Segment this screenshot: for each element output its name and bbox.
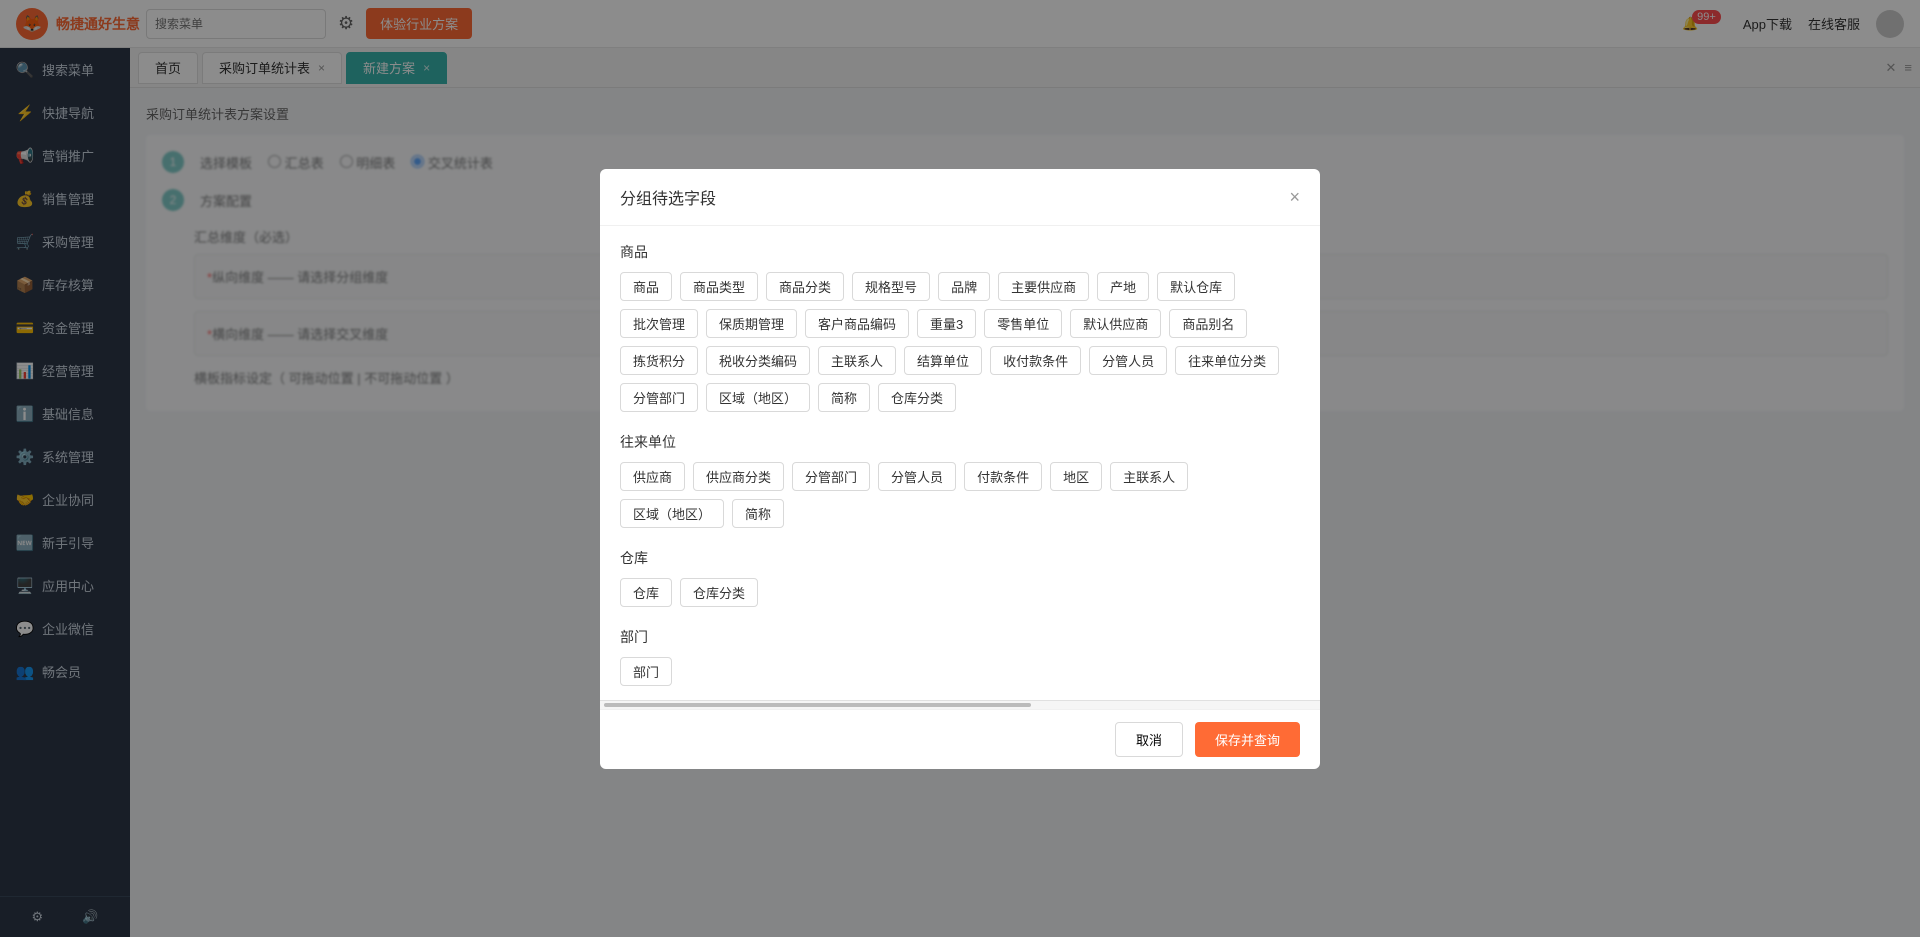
modal-title: 分组待选字段 xyxy=(620,185,716,209)
section-department: 部门 部门 xyxy=(620,627,1300,686)
field-tag-warehouse-cat[interactable]: 仓库分类 xyxy=(680,578,758,607)
section-warehouse-fields: 仓库 仓库分类 xyxy=(620,578,1300,607)
field-tag-short-name[interactable]: 简称 xyxy=(818,383,870,412)
section-department-fields: 部门 xyxy=(620,657,1300,686)
modal-body[interactable]: 商品 商品 商品类型 商品分类 规格型号 品牌 主要供应商 产地 默认仓库 批次… xyxy=(600,226,1320,700)
h-scroll-thumb xyxy=(604,703,1031,707)
section-counterparty: 往来单位 供应商 供应商分类 分管部门 分管人员 付款条件 地区 主联系人 区域… xyxy=(620,432,1300,528)
field-tag-retail-unit[interactable]: 零售单位 xyxy=(984,309,1062,338)
field-tag-pick-score[interactable]: 拣货积分 xyxy=(620,346,698,375)
field-tag-settlement-unit[interactable]: 结算单位 xyxy=(904,346,982,375)
field-tag-warehouse[interactable]: 仓库 xyxy=(620,578,672,607)
field-tag-default-supplier[interactable]: 默认供应商 xyxy=(1070,309,1161,338)
section-product: 商品 商品 商品类型 商品分类 规格型号 品牌 主要供应商 产地 默认仓库 批次… xyxy=(620,242,1300,412)
field-tag-counterparty-category[interactable]: 往来单位分类 xyxy=(1175,346,1279,375)
field-tag-short-name2[interactable]: 简称 xyxy=(732,499,784,528)
field-tag-payment-conditions[interactable]: 付款条件 xyxy=(964,462,1042,491)
field-tag-region[interactable]: 区域（地区） xyxy=(706,383,810,412)
field-tag-payment-terms[interactable]: 收付款条件 xyxy=(990,346,1081,375)
field-tag-primary-contact[interactable]: 主联系人 xyxy=(818,346,896,375)
field-tag-main-contact[interactable]: 主联系人 xyxy=(1110,462,1188,491)
section-product-fields: 商品 商品类型 商品分类 规格型号 品牌 主要供应商 产地 默认仓库 批次管理 … xyxy=(620,272,1300,412)
field-tag-batch-mgmt[interactable]: 批次管理 xyxy=(620,309,698,338)
field-tag-manager2[interactable]: 分管人员 xyxy=(878,462,956,491)
field-tag-area[interactable]: 地区 xyxy=(1050,462,1102,491)
field-tag-product-alias[interactable]: 商品别名 xyxy=(1169,309,1247,338)
field-tag-product[interactable]: 商品 xyxy=(620,272,672,301)
field-tag-spec-model[interactable]: 规格型号 xyxy=(852,272,930,301)
field-tag-origin[interactable]: 产地 xyxy=(1097,272,1149,301)
field-tag-default-warehouse[interactable]: 默认仓库 xyxy=(1157,272,1235,301)
section-warehouse-title: 仓库 xyxy=(620,548,1300,568)
field-tag-brand[interactable]: 品牌 xyxy=(938,272,990,301)
section-counterparty-title: 往来单位 xyxy=(620,432,1300,452)
modal-overlay: 分组待选字段 × 商品 商品 商品类型 商品分类 规格型号 品牌 主要供应商 产… xyxy=(0,0,1920,937)
field-tag-shelf-life-mgmt[interactable]: 保质期管理 xyxy=(706,309,797,338)
field-tag-main-supplier[interactable]: 主要供应商 xyxy=(998,272,1089,301)
cancel-button[interactable]: 取消 xyxy=(1115,722,1183,757)
section-counterparty-fields: 供应商 供应商分类 分管部门 分管人员 付款条件 地区 主联系人 区域（地区） … xyxy=(620,462,1300,528)
field-tag-product-type[interactable]: 商品类型 xyxy=(680,272,758,301)
field-tag-weight3[interactable]: 重量3 xyxy=(917,309,976,338)
field-tag-supplier[interactable]: 供应商 xyxy=(620,462,685,491)
section-warehouse: 仓库 仓库 仓库分类 xyxy=(620,548,1300,607)
field-tag-dept[interactable]: 分管部门 xyxy=(620,383,698,412)
section-department-title: 部门 xyxy=(620,627,1300,647)
section-product-title: 商品 xyxy=(620,242,1300,262)
modal-horizontal-scrollbar[interactable] xyxy=(600,700,1320,709)
field-tag-region2[interactable]: 区域（地区） xyxy=(620,499,724,528)
modal-header: 分组待选字段 × xyxy=(600,169,1320,226)
modal: 分组待选字段 × 商品 商品 商品类型 商品分类 规格型号 品牌 主要供应商 产… xyxy=(600,169,1320,769)
field-tag-warehouse-category[interactable]: 仓库分类 xyxy=(878,383,956,412)
field-tag-tax-code[interactable]: 税收分类编码 xyxy=(706,346,810,375)
field-tag-product-category[interactable]: 商品分类 xyxy=(766,272,844,301)
field-tag-customer-product-code[interactable]: 客户商品编码 xyxy=(805,309,909,338)
field-tag-department[interactable]: 部门 xyxy=(620,657,672,686)
modal-footer: 取消 保存并查询 xyxy=(600,709,1320,769)
modal-close-button[interactable]: × xyxy=(1289,188,1300,206)
field-tag-manager[interactable]: 分管人员 xyxy=(1089,346,1167,375)
confirm-button[interactable]: 保存并查询 xyxy=(1195,722,1300,757)
field-tag-supplier-category[interactable]: 供应商分类 xyxy=(693,462,784,491)
field-tag-dept2[interactable]: 分管部门 xyxy=(792,462,870,491)
